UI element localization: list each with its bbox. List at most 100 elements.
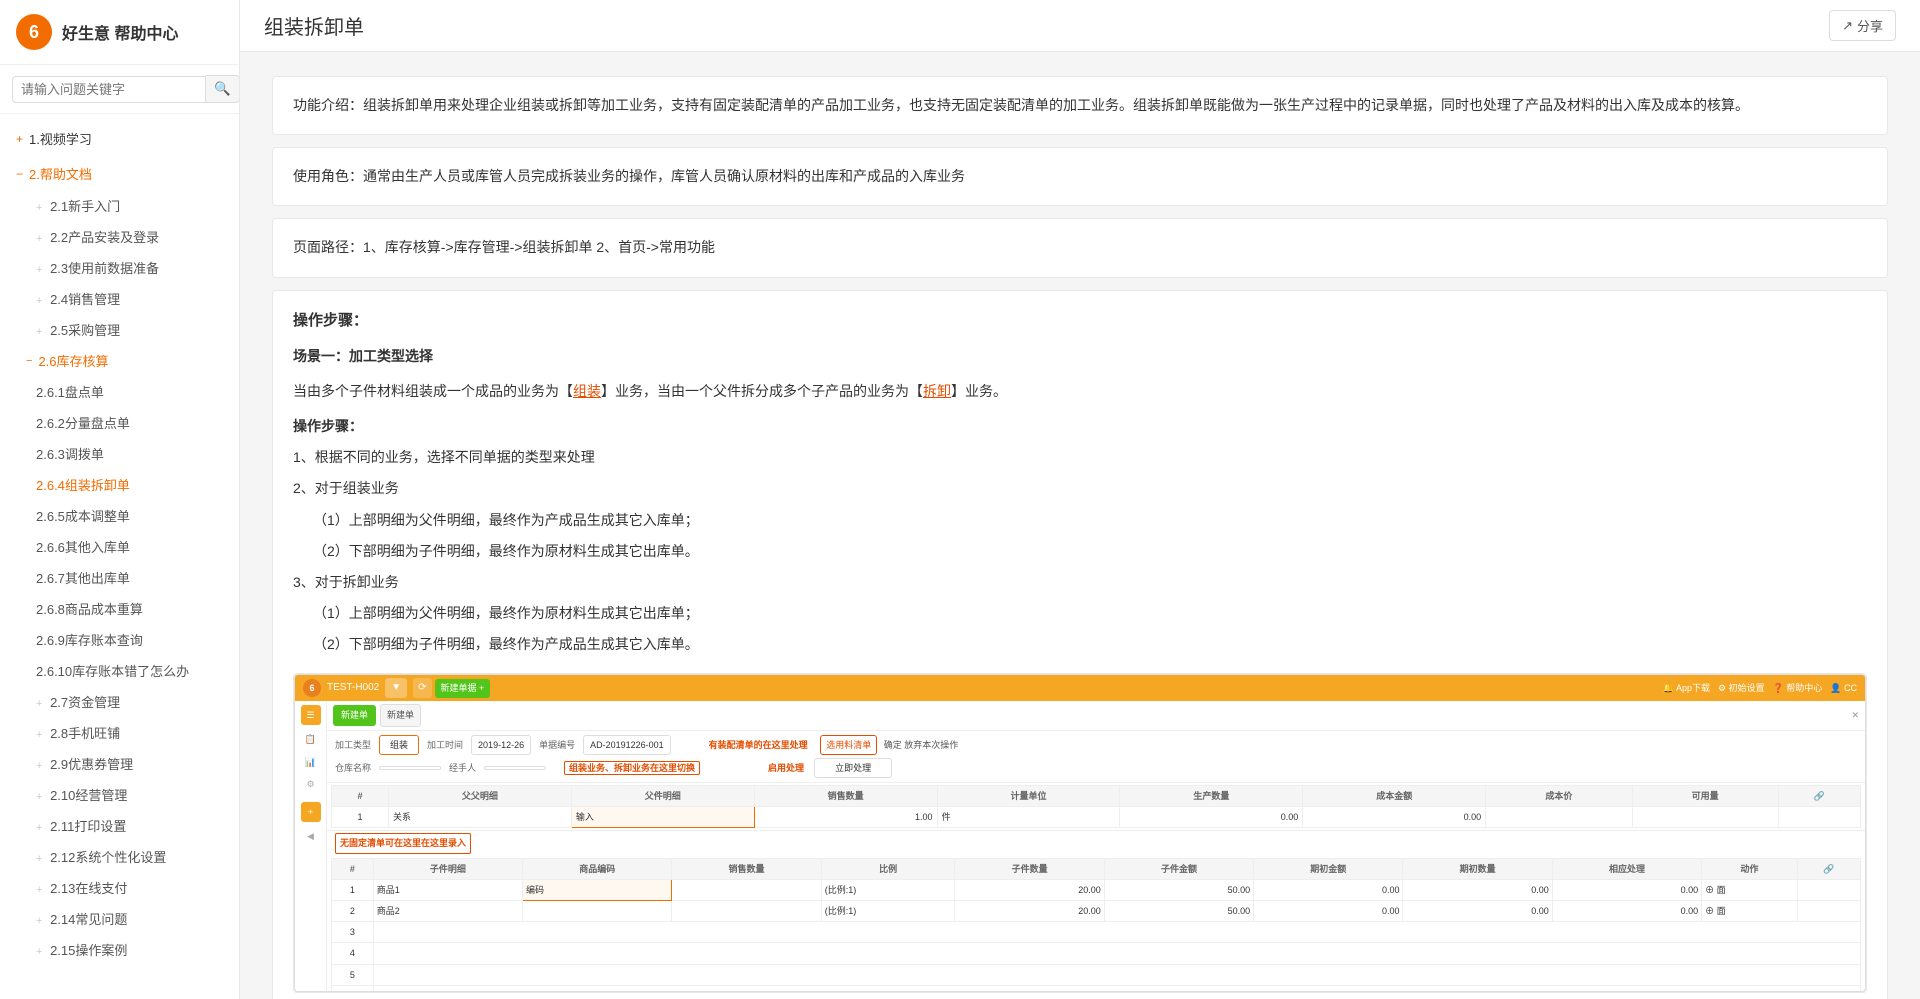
sidebar-item-videos[interactable]: + 1.视频学习 [0, 122, 239, 155]
plus-icon: + [36, 822, 42, 834]
mock-topbar: 6 TEST-H002 ▼ ⟳ 新建单据 + 🔔 App下载 ⚙ 初始设置 ❓ … [295, 675, 1865, 701]
sidebar-item-2-6-2[interactable]: 2.6.2分量盘点单 [0, 407, 239, 438]
sidebar-item-coupon[interactable]: + 2.9优惠券管理 [0, 748, 239, 779]
sidebar-item-sales[interactable]: + 2.4销售管理 [0, 283, 239, 314]
plus-icon: + [36, 326, 42, 338]
minus-icon: − [16, 167, 23, 181]
plus-icon: + [36, 915, 42, 927]
mock-table-row-lower-6: 6 [332, 985, 1861, 991]
nav-section-inventory: − 2.6库存核算 2.6.1盘点单 2.6.2分量盘点单 2.6.3调拨单 2… [0, 345, 239, 686]
mock-tab-active: 新建单 [333, 705, 376, 725]
mock-layout: ☰ 📋 📊 ⚙ + ◀ [295, 701, 1865, 991]
mock-table-row-lower-2: 2 商品2 (比例:1) 20.00 50.00 0.00 [332, 900, 1861, 921]
sidebar-item-2-6-9[interactable]: 2.6.9库存账本查询 [0, 624, 239, 655]
logo-icon: 6 [16, 14, 52, 50]
sidebar: 6 好生意 帮助中心 🔍 + 1.视频学习 − 2.帮助文档 + 2.1新手入门 [0, 0, 240, 999]
mock-table-row-upper-1: 1 关系 输入 1.00 件 0.00 0.00 [332, 807, 1861, 828]
scenario-desc: 当由多个子件材料组装成一个成品的业务为【组装】业务，当由一个父件拆分成多个子产品… [293, 383, 1007, 399]
mock-table-row-lower-1: 1 商品1 编码 (比例:1) 20.00 50.00 0.00 [332, 879, 1861, 900]
mock-lower-table-area: # 子件明细 商品编码 销售数量 比例 子件数量 子件金额 期初金额 [327, 856, 1865, 992]
sidebar-item-prepare[interactable]: + 2.3使用前数据准备 [0, 252, 239, 283]
steps-list: 1、根据不同的业务，选择不同单据的类型来处理 2、对于组装业务 （1）上部明细为… [293, 445, 1867, 657]
plus-icon: + [36, 729, 42, 741]
content-area: 功能介绍：组装拆卸单用来处理企业组装或拆卸等加工业务，支持有固定装配清单的产品加… [240, 52, 1920, 999]
role-text: 使用角色：通常由生产人员或库管人员完成拆装业务的操作，库管人员确认原材料的出库和… [293, 168, 965, 184]
intro-card: 功能介绍：组装拆卸单用来处理企业组装或拆卸等加工业务，支持有固定装配清单的产品加… [272, 76, 1888, 135]
sidebar-item-print[interactable]: + 2.11打印设置 [0, 810, 239, 841]
path-text: 页面路径：1、库存核算->库存管理->组装拆卸单 2、首页->常用功能 [293, 239, 715, 255]
plus-icon: + [36, 884, 42, 896]
mock-tabs: 新建单 新建单 ✕ [327, 701, 1865, 730]
mock-btn-create: 新建单据 + [435, 679, 491, 697]
ops-steps-title: 操作步骤： [293, 414, 1867, 439]
plus-icon: + [36, 760, 42, 772]
step2: 2、对于组装业务 [293, 476, 1867, 501]
sidebar-item-inventory[interactable]: − 2.6库存核算 [0, 345, 239, 376]
minus-icon: − [26, 355, 32, 367]
mock-tab-save: 新建单 [380, 704, 421, 726]
plus-icon: + [36, 853, 42, 865]
sidebar-header: 6 好生意 帮助中心 [0, 0, 239, 65]
share-icon: ↗ [1842, 18, 1853, 34]
sidebar-item-newbie[interactable]: + 2.1新手入门 [0, 190, 239, 221]
site-title: 好生意 帮助中心 [62, 20, 178, 44]
mock-table-row-lower-4: 4 [332, 943, 1861, 964]
sidebar-item-2-6-10[interactable]: 2.6.10库存账本错了怎么办 [0, 655, 239, 686]
mock-annotation-type: 组装业务、拆卸业务在这里切换 [564, 760, 700, 776]
nav-sub-items-inventory: 2.6.1盘点单 2.6.2分量盘点单 2.6.3调拨单 2.6.4组装拆卸单 … [0, 376, 239, 686]
plus-icon: + [36, 295, 42, 307]
plus-icon: + [36, 233, 42, 245]
mock-parent-field: 输入 [571, 807, 754, 828]
role-card: 使用角色：通常由生产人员或库管人员完成拆装业务的操作，库管人员确认原材料的出库和… [272, 147, 1888, 206]
sidebar-item-cases[interactable]: + 2.15操作案例 [0, 934, 239, 965]
page-title: 组装拆卸单 [264, 11, 364, 40]
sidebar-item-pay[interactable]: + 2.13在线支付 [0, 872, 239, 903]
sidebar-item-2-6-3[interactable]: 2.6.3调拨单 [0, 438, 239, 469]
mock-form-area: 加工类型 组装 加工时间 2019-12-26 单据编号 AD-20191226… [327, 731, 1865, 783]
mock-annotation-bottom-area: 无固定清单可在这里在这里录入 [327, 831, 1865, 855]
sidebar-item-faq[interactable]: + 2.14常见问题 [0, 903, 239, 934]
share-button[interactable]: ↗ 分享 [1829, 10, 1896, 41]
step3-1: （1）上部明细为父件明细，最终作为原材料生成其它出库单； [293, 601, 1867, 626]
mock-upper-table-area: # 父父明细 父件明细 销售数量 计量单位 生产数量 成本金额 成本价 [327, 783, 1865, 831]
sidebar-item-finance[interactable]: + 2.7资金管理 [0, 686, 239, 717]
mock-date-field: 2019-12-26 [471, 735, 531, 755]
mock-annotation-type-text: 组装业务、拆卸业务在这里切换 [564, 761, 700, 775]
sidebar-item-install[interactable]: + 2.2产品安装及登录 [0, 221, 239, 252]
step3: 3、对于拆卸业务 [293, 570, 1867, 595]
sidebar-item-2-6-1[interactable]: 2.6.1盘点单 [0, 376, 239, 407]
sidebar-item-2-6-4[interactable]: 2.6.4组装拆卸单 [0, 469, 239, 500]
plus-icon: + [36, 264, 42, 276]
mock-order-no-field: AD-20191226-001 [583, 735, 671, 755]
search-button[interactable]: 🔍 [206, 75, 240, 103]
sidebar-item-operate[interactable]: + 2.10经营管理 [0, 779, 239, 810]
path-card: 页面路径：1、库存核算->库存管理->组装拆卸单 2、首页->常用功能 [272, 218, 1888, 277]
scenario-title: 场景一：加工类型选择 [293, 348, 433, 364]
sidebar-item-2-6-5[interactable]: 2.6.5成本调整单 [0, 500, 239, 531]
mock-top-icons: 🔔 App下载 ⚙ 初始设置 ❓ 帮助中心 👤 CC [1663, 680, 1857, 696]
nav-tree: + 1.视频学习 − 2.帮助文档 + 2.1新手入门 + 2.2产品安装及登录 [0, 114, 239, 999]
sidebar-item-docs[interactable]: − 2.帮助文档 [0, 157, 239, 190]
mock-annotation-process: 启用处理 [768, 760, 804, 776]
sidebar-item-purchase[interactable]: + 2.5采购管理 [0, 314, 239, 345]
sidebar-item-docs-label: 2.帮助文档 [29, 164, 92, 183]
search-input[interactable] [12, 76, 206, 103]
step2-1: （1）上部明细为父件明细，最终作为产成品生成其它入库单； [293, 508, 1867, 533]
nav-section-docs: − 2.帮助文档 + 2.1新手入门 + 2.2产品安装及登录 + 2.3使用前… [0, 157, 239, 965]
mock-process-btn: 立即处理 [814, 758, 892, 778]
mock-refresh: ⟳ 新建单据 + [413, 678, 490, 698]
sidebar-item-2-6-6[interactable]: 2.6.6其他入库单 [0, 531, 239, 562]
sidebar-item-customize[interactable]: + 2.12系统个性化设置 [0, 841, 239, 872]
mock-content: 新建单 新建单 ✕ 加工类型 组装 加工时间 2019-12-26 [327, 701, 1865, 991]
plus-icon: + [36, 698, 42, 710]
steps-title: 操作步骤： [293, 307, 1867, 334]
topbar: 组装拆卸单 ↗ 分享 [240, 0, 1920, 52]
nav-section-videos: + 1.视频学习 [0, 122, 239, 155]
mock-process-label: 启用处理 [768, 763, 804, 773]
search-box: 🔍 [0, 65, 239, 114]
sidebar-item-2-6-7[interactable]: 2.6.7其他出库单 [0, 562, 239, 593]
sidebar-item-mobile[interactable]: + 2.8手机旺铺 [0, 717, 239, 748]
mock-sidebar-icons: ☰ 📋 📊 ⚙ + ◀ [295, 701, 327, 991]
plus-icon: + [36, 946, 42, 958]
sidebar-item-2-6-8[interactable]: 2.6.8商品成本重算 [0, 593, 239, 624]
